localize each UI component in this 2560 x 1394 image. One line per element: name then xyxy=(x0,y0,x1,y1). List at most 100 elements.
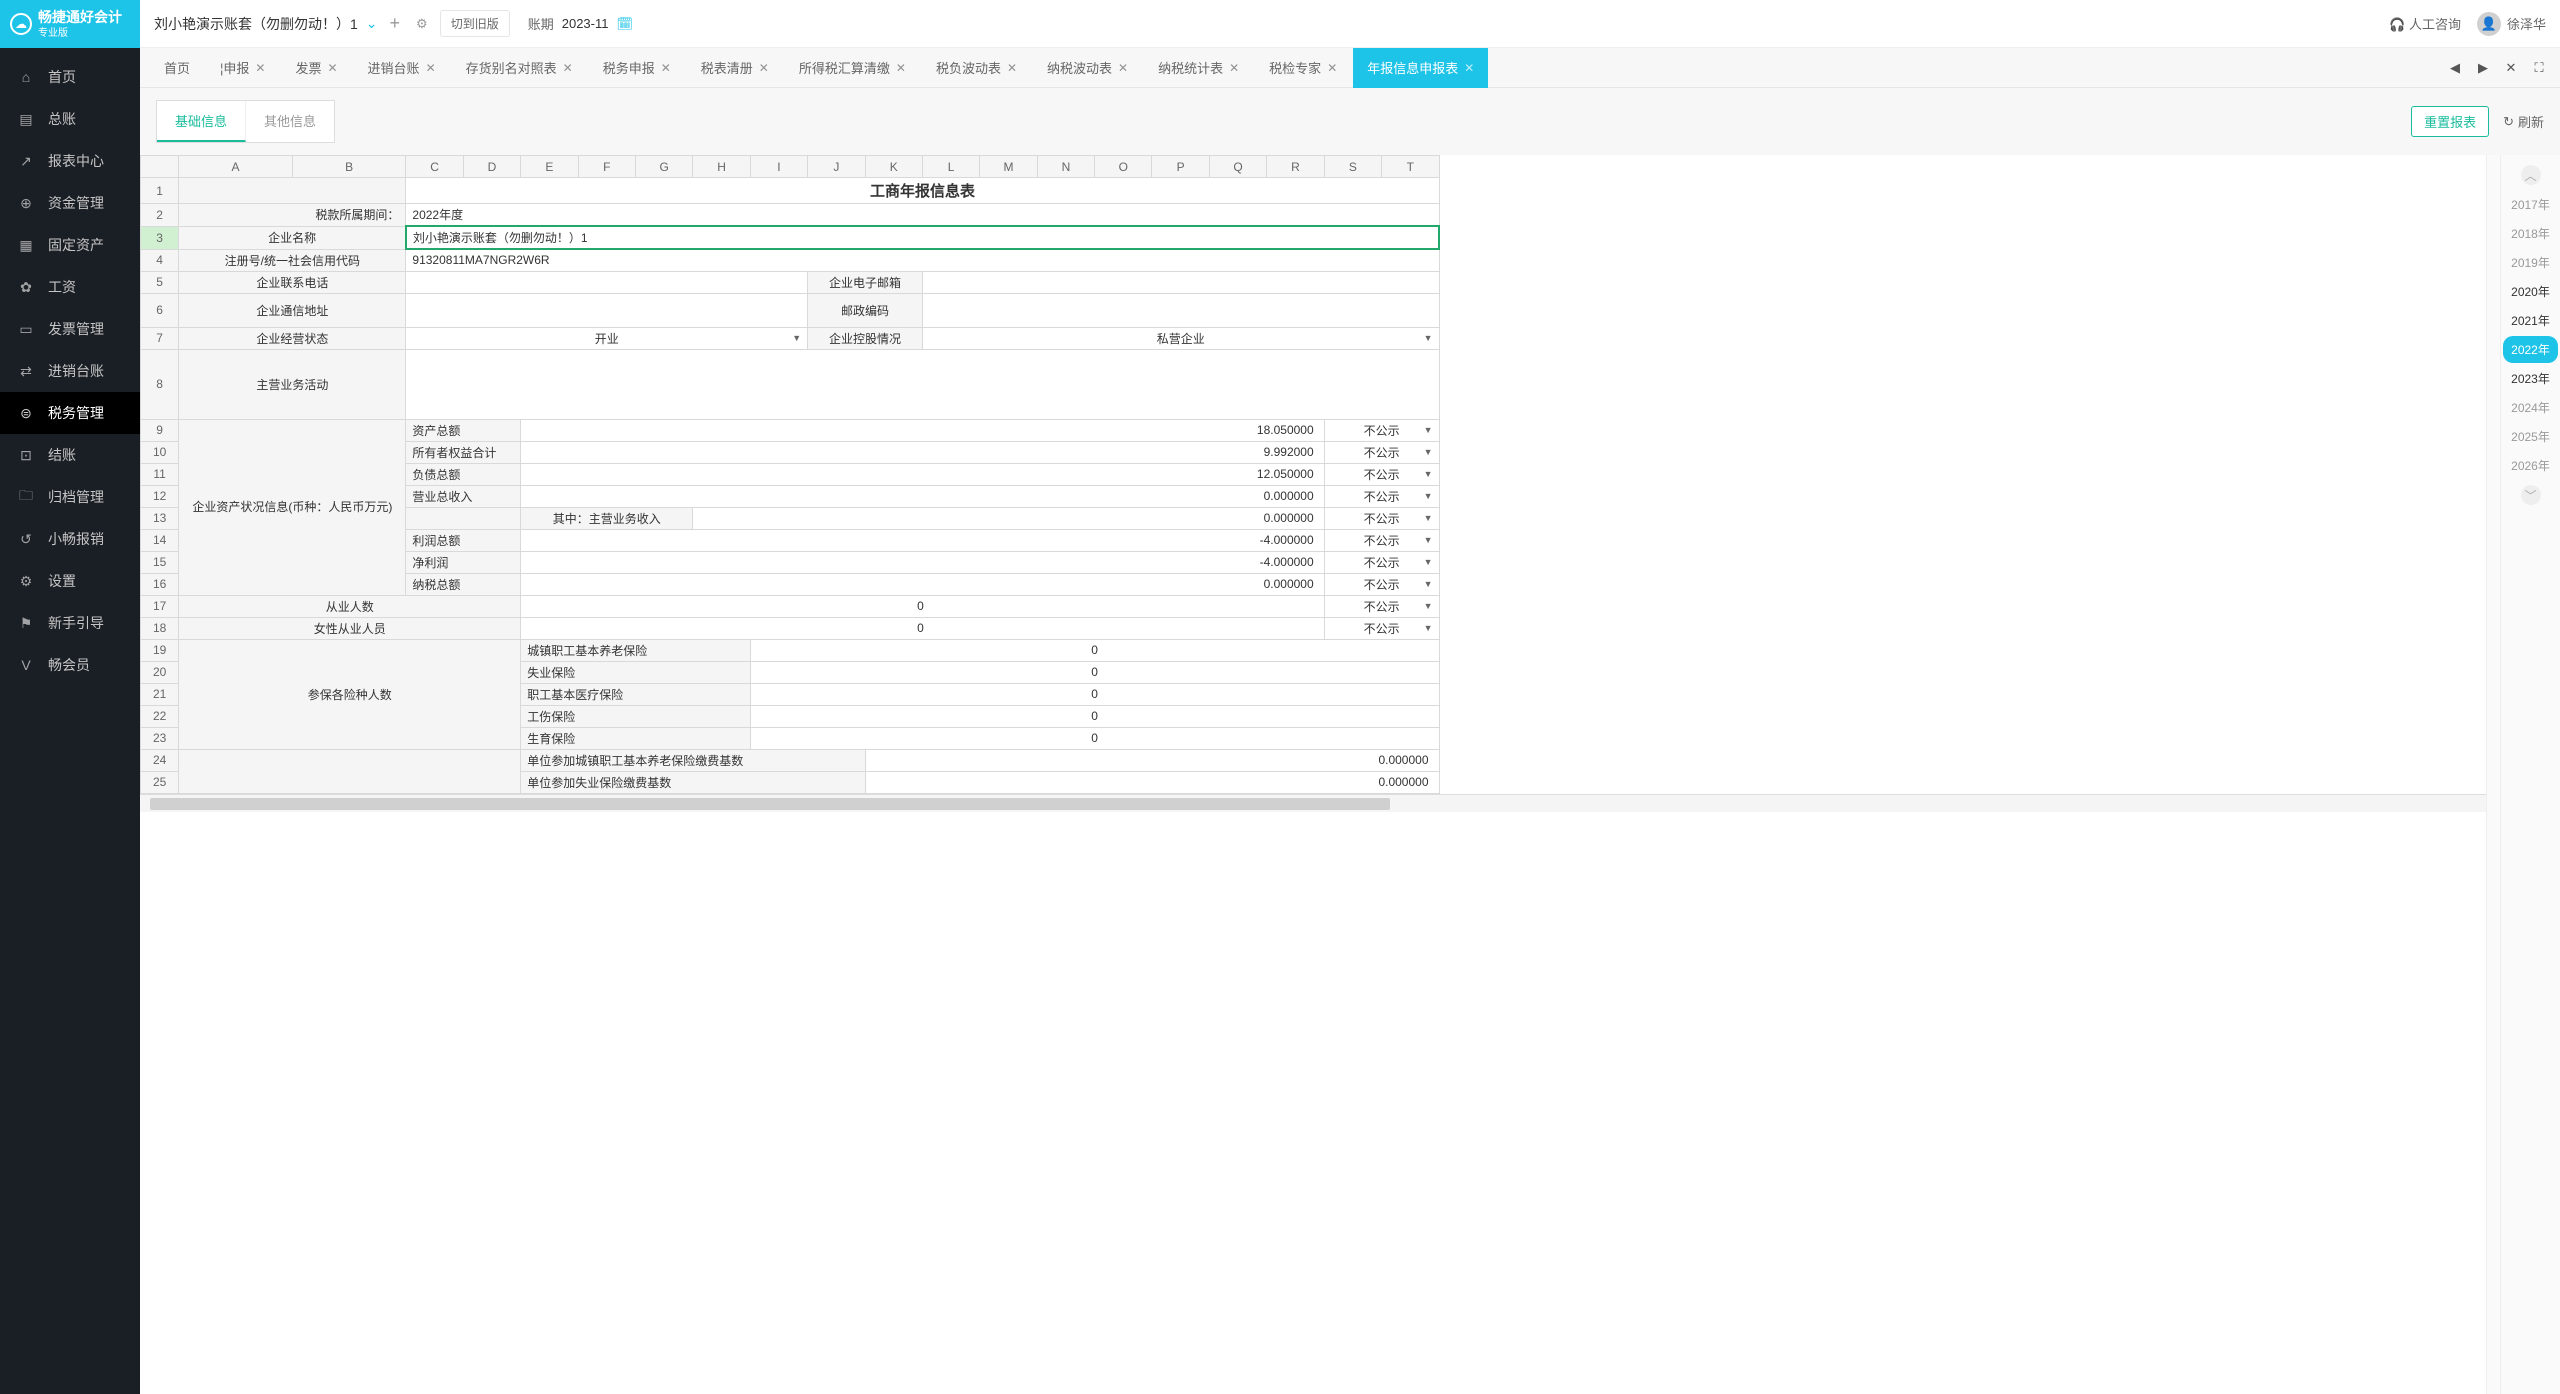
tab-发票[interactable]: 发票✕ xyxy=(281,48,351,88)
nav-icon: ⊜ xyxy=(18,405,34,421)
tab-label: 所得税汇算清缴 xyxy=(799,58,890,77)
tab-expand-icon[interactable]: ⛶ xyxy=(2528,57,2550,79)
logo: ☁ 畅捷通好会计 专业版 xyxy=(0,0,140,48)
year-2024年[interactable]: 2024年 xyxy=(2503,394,2558,421)
nav-新手引导[interactable]: ⚑新手引导 xyxy=(0,602,140,644)
close-icon[interactable]: ✕ xyxy=(1118,61,1128,75)
nav-label: 首页 xyxy=(48,67,76,87)
calendar-icon[interactable]: 🗓 xyxy=(616,16,633,32)
tab-税表清册[interactable]: 税表清册 ✕ xyxy=(687,48,783,88)
sub-tabs: 基础信息 其他信息 xyxy=(156,100,335,143)
close-icon[interactable]: ✕ xyxy=(1327,61,1337,75)
nav-icon: ⚙ xyxy=(18,573,34,589)
nav-label: 工资 xyxy=(48,277,76,297)
close-icon[interactable]: ✕ xyxy=(1007,61,1017,75)
year-down-icon[interactable]: ﹀ xyxy=(2521,485,2541,505)
account-selector[interactable]: 刘小艳演示账套（勿删勿动！）1 ⌄ + ⚙ xyxy=(154,9,432,38)
account-name: 刘小艳演示账套（勿删勿动！）1 xyxy=(154,14,358,34)
nav-label: 小畅报销 xyxy=(48,529,104,549)
nav-总账[interactable]: ▤总账 xyxy=(0,98,140,140)
year-2023年[interactable]: 2023年 xyxy=(2503,365,2558,392)
sub-header: 基础信息 其他信息 重置报表 ↻ 刷新 xyxy=(140,88,2560,155)
tab-other-info[interactable]: 其他信息 xyxy=(246,101,334,142)
nav-icon: ✿ xyxy=(18,279,34,295)
tab-label: 税表清册 xyxy=(701,58,753,77)
year-2025年[interactable]: 2025年 xyxy=(2503,423,2558,450)
tab-basic-info[interactable]: 基础信息 xyxy=(157,101,246,142)
tab-close-all-icon[interactable]: ✕ xyxy=(2500,57,2522,79)
nav-label: 结账 xyxy=(48,445,76,465)
nav-icon: ⊕ xyxy=(18,195,34,211)
status-dropdown[interactable]: 开业 xyxy=(406,327,808,349)
spreadsheet[interactable]: ABCDEFGHIJKLMNOPQRST1工商年报信息表2税款所属期间：2022… xyxy=(140,155,2486,1394)
vertical-scrollbar-left[interactable] xyxy=(2486,155,2500,1394)
tab-label: 纳税波动表 xyxy=(1047,58,1112,77)
nav-首页[interactable]: ⌂ 首页 xyxy=(0,56,140,98)
close-icon[interactable]: ✕ xyxy=(661,61,671,75)
year-2020年[interactable]: 2020年 xyxy=(2503,278,2558,305)
close-icon[interactable]: ✕ xyxy=(1464,61,1474,75)
refresh-button[interactable]: ↻ 刷新 xyxy=(2503,112,2544,131)
nav-发票管理[interactable]: ▭发票管理 xyxy=(0,308,140,350)
nav-icon: ⌂ xyxy=(18,69,34,85)
tab-税务申报[interactable]: 税务申报✕ xyxy=(589,48,685,88)
holding-dropdown[interactable]: 私营企业 xyxy=(922,327,1439,349)
tab-税负波动表[interactable]: 税负波动表✕ xyxy=(922,48,1031,88)
tab-next-icon[interactable]: ▶ xyxy=(2472,57,2494,79)
tab-所得税汇算清缴[interactable]: 所得税汇算清缴 ✕ xyxy=(785,48,920,88)
brand-name: 畅捷通好会计 xyxy=(38,10,122,24)
tab-税检专家[interactable]: 税检专家 ✕ xyxy=(1255,48,1351,88)
nav-设置[interactable]: ⚙ 设置 xyxy=(0,560,140,602)
horizontal-scrollbar[interactable] xyxy=(140,794,2486,812)
reset-report-button[interactable]: 重置报表 xyxy=(2411,106,2489,137)
nav-icon: ▦ xyxy=(18,237,34,253)
year-2018年[interactable]: 2018年 xyxy=(2503,220,2558,247)
tab-纳税波动表[interactable]: 纳税波动表 ✕ xyxy=(1033,48,1142,88)
close-icon[interactable]: ✕ xyxy=(426,61,436,75)
nav-工资[interactable]: ✿ 工资 xyxy=(0,266,140,308)
support-link[interactable]: 🎧 人工咨询 xyxy=(2389,14,2461,33)
switch-old-button[interactable]: 切到旧版 xyxy=(440,10,510,37)
year-2026年[interactable]: 2026年 xyxy=(2503,452,2558,479)
period-value[interactable]: 2023-11 xyxy=(562,16,609,31)
year-selector: ︿ 2017年2018年2019年2020年2021年2022年2023年2024… xyxy=(2500,155,2560,1394)
nav-资金管理[interactable]: ⊕资金管理 xyxy=(0,182,140,224)
nav-结账[interactable]: ⊡ 结账 xyxy=(0,434,140,476)
close-icon[interactable]: ✕ xyxy=(255,61,265,75)
tab-label: 年报信息申报表 xyxy=(1367,58,1458,77)
close-icon[interactable]: ✕ xyxy=(896,61,906,75)
year-2022年[interactable]: 2022年 xyxy=(2503,336,2558,363)
nav-税务管理[interactable]: ⊜税务管理 xyxy=(0,392,140,434)
nav-label: 归档管理 xyxy=(48,487,104,507)
add-icon[interactable]: + xyxy=(386,9,405,38)
nav-报表中心[interactable]: ↗报表中心 xyxy=(0,140,140,182)
nav-归档管理[interactable]: 🗀归档管理 xyxy=(0,476,140,518)
tab-年报信息申报表[interactable]: 年报信息申报表 ✕ xyxy=(1353,48,1488,88)
tab-纳税统计表[interactable]: 纳税统计表✕ xyxy=(1144,48,1253,88)
year-up-icon[interactable]: ︿ xyxy=(2521,165,2541,185)
company-name-cell[interactable]: 刘小艳演示账套（勿删勿动！）1 xyxy=(406,226,1439,249)
nav-icon: ⇄ xyxy=(18,363,34,379)
year-2019年[interactable]: 2019年 xyxy=(2503,249,2558,276)
nav-固定资产[interactable]: ▦固定资产 xyxy=(0,224,140,266)
year-2021年[interactable]: 2021年 xyxy=(2503,307,2558,334)
tab-¦申报[interactable]: ¦申报✕ xyxy=(206,48,279,88)
close-icon[interactable]: ✕ xyxy=(563,61,573,75)
nav-小畅报销[interactable]: ↺小畅报销 xyxy=(0,518,140,560)
gear-icon[interactable]: ⚙ xyxy=(412,12,432,36)
period: 账期 2023-11 🗓 xyxy=(528,14,633,33)
tab-首页[interactable]: 首页 xyxy=(150,48,204,88)
year-2017年[interactable]: 2017年 xyxy=(2503,191,2558,218)
tab-进销台账[interactable]: 进销台账✕ xyxy=(354,48,450,88)
close-icon[interactable]: ✕ xyxy=(327,61,337,75)
nav-icon: ⊡ xyxy=(18,447,34,463)
tab-label: 税检专家 xyxy=(1269,58,1321,77)
user-menu[interactable]: 👤 徐泽华 xyxy=(2477,12,2546,36)
close-icon[interactable]: ✕ xyxy=(1229,61,1239,75)
tab-存货别名对照表[interactable]: 存货别名对照表✕ xyxy=(452,48,587,88)
nav-进销台账[interactable]: ⇄进销台账 xyxy=(0,350,140,392)
close-icon[interactable]: ✕ xyxy=(759,61,769,75)
tab-prev-icon[interactable]: ◀ xyxy=(2444,57,2466,79)
nav-畅会员[interactable]: V畅会员 xyxy=(0,644,140,686)
nav-label: 设置 xyxy=(48,571,76,591)
